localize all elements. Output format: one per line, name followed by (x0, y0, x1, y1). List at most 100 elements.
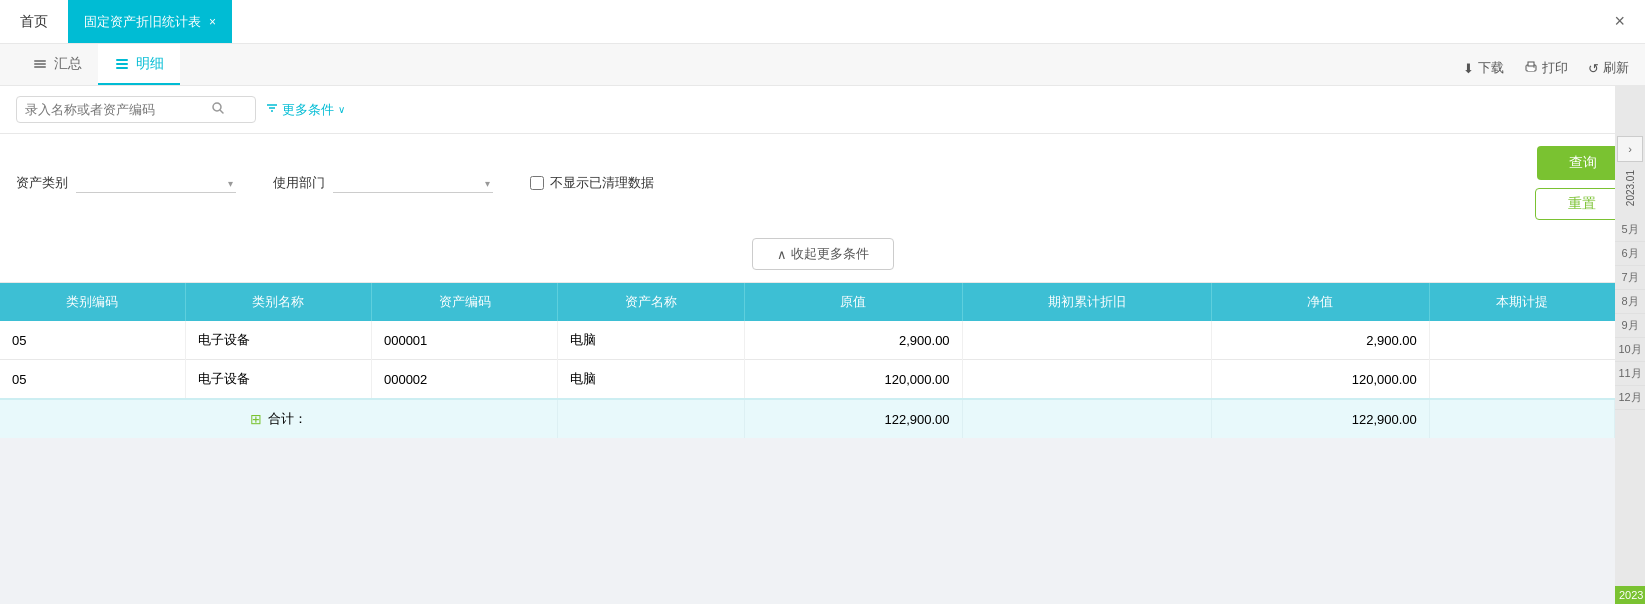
svg-rect-8 (1528, 68, 1534, 71)
close-tab-icon[interactable]: × (209, 15, 216, 29)
footer-empty (558, 399, 744, 438)
collapse-button[interactable]: ∧ 收起更多条件 (752, 238, 894, 270)
month-list: 5月 6月 7月 8月 9月 10月 11月 12月 (1615, 218, 1645, 410)
col-header-asset-name: 资产名称 (558, 283, 744, 321)
print-label: 打印 (1542, 59, 1568, 77)
footer-current-period (1429, 399, 1614, 438)
cell-category-name-0: 电子设备 (185, 321, 371, 360)
date-text: 2023.01 (1625, 170, 1636, 206)
svg-rect-4 (116, 63, 128, 65)
table-row[interactable]: 05 电子设备 000001 电脑 2,900.00 2,900.00 (0, 321, 1615, 360)
usage-dept-dropdown-icon[interactable]: ▾ (485, 178, 490, 189)
svg-rect-3 (116, 59, 128, 61)
col-header-accumulated-dep: 期初累计折旧 (962, 283, 1211, 321)
year-badge[interactable]: 2023 (1615, 586, 1645, 604)
cell-net-value-0: 2,900.00 (1211, 321, 1429, 360)
tab-summary[interactable]: 汇总 (16, 44, 98, 85)
search-input[interactable] (25, 102, 205, 117)
cell-current-period-1 (1429, 360, 1614, 400)
refresh-button[interactable]: ↺ 刷新 (1588, 59, 1629, 77)
home-tab[interactable]: 首页 (0, 0, 68, 43)
asset-category-dropdown-icon[interactable]: ▾ (228, 178, 233, 189)
download-button[interactable]: ⬇ 下载 (1463, 59, 1504, 77)
filter-bar: 更多条件 ∨ (0, 86, 1645, 134)
month-9[interactable]: 9月 (1615, 314, 1645, 338)
sidebar-arrow-button[interactable]: › (1617, 136, 1643, 162)
month-6[interactable]: 6月 (1615, 242, 1645, 266)
col-header-asset-code: 资产编码 (371, 283, 557, 321)
month-8[interactable]: 8月 (1615, 290, 1645, 314)
cell-category-name-1: 电子设备 (185, 360, 371, 400)
right-sidebar: › 2023.01 5月 6月 7月 8月 9月 10月 11月 12月 202… (1615, 86, 1645, 604)
active-tab[interactable]: 固定资产折旧统计表 × (68, 0, 232, 43)
more-conditions-button[interactable]: 更多条件 ∨ (266, 101, 345, 119)
date-label: 2023.01 (1623, 168, 1638, 208)
refresh-label: 刷新 (1603, 59, 1629, 77)
collapse-label: 收起更多条件 (791, 245, 869, 263)
svg-rect-5 (116, 67, 128, 69)
top-nav: 首页 固定资产折旧统计表 × × (0, 0, 1645, 44)
chevron-up-icon: ∧ (777, 247, 787, 262)
asset-category-label: 资产类别 (16, 174, 68, 192)
print-icon (1524, 60, 1538, 77)
cell-accumulated-dep-0 (962, 321, 1211, 360)
month-10[interactable]: 10月 (1615, 338, 1645, 362)
toolbar-actions: ⬇ 下载 打印 ↺ 刷新 (1463, 59, 1629, 77)
cell-accumulated-dep-1 (962, 360, 1211, 400)
layers-icon (32, 56, 48, 72)
hide-cleared-checkbox[interactable] (530, 176, 544, 190)
hide-cleared-field: 不显示已清理数据 (530, 174, 654, 192)
chevron-down-icon: ∨ (338, 104, 345, 115)
tab-detail-label: 明细 (136, 55, 164, 73)
footer-label-cell: ⊞ 合计： (0, 399, 558, 438)
cell-asset-code-0: 000001 (371, 321, 557, 360)
more-conditions-label: 更多条件 (282, 101, 334, 119)
table-header: 类别编码 类别名称 资产编码 资产名称 原值 期初累计折旧 净值 本期计提 (0, 283, 1615, 321)
hide-cleared-label: 不显示已清理数据 (550, 174, 654, 192)
month-7[interactable]: 7月 (1615, 266, 1645, 290)
col-header-current-period: 本期计提 (1429, 283, 1614, 321)
col-header-net-value: 净值 (1211, 283, 1429, 321)
data-table: 类别编码 类别名称 资产编码 资产名称 原值 期初累计折旧 净值 本期计提 05… (0, 283, 1615, 438)
usage-dept-input[interactable] (333, 173, 493, 193)
col-header-category-code: 类别编码 (0, 283, 185, 321)
cell-asset-name-0: 电脑 (558, 321, 744, 360)
cell-net-value-1: 120,000.00 (1211, 360, 1429, 400)
month-12[interactable]: 12月 (1615, 386, 1645, 410)
footer-net-value: 122,900.00 (1211, 399, 1429, 438)
list-icon (114, 56, 130, 72)
svg-line-11 (221, 111, 224, 114)
sub-tabs-bar: 汇总 明细 ⬇ 下载 (0, 44, 1645, 86)
print-button[interactable]: 打印 (1524, 59, 1568, 77)
svg-rect-2 (34, 60, 46, 62)
cell-current-period-0 (1429, 321, 1614, 360)
month-11[interactable]: 11月 (1615, 362, 1645, 386)
svg-point-10 (213, 103, 221, 111)
window-close-button[interactable]: × (1594, 0, 1645, 43)
cell-category-code-0: 05 (0, 321, 185, 360)
cell-category-code-1: 05 (0, 360, 185, 400)
download-icon: ⬇ (1463, 61, 1474, 76)
refresh-icon: ↺ (1588, 61, 1599, 76)
footer-original-value: 122,900.00 (744, 399, 962, 438)
tab-detail[interactable]: 明细 (98, 44, 180, 85)
table-footer: ⊞ 合计： 122,900.00 122,900.00 (0, 399, 1615, 438)
svg-rect-0 (34, 66, 46, 68)
footer-label: 合计： (268, 410, 307, 428)
cell-asset-name-1: 电脑 (558, 360, 744, 400)
cell-original-value-1: 120,000.00 (744, 360, 962, 400)
footer-accumulated-dep (962, 399, 1211, 438)
search-icon (211, 101, 225, 118)
col-header-original-value: 原值 (744, 283, 962, 321)
filter-icon (266, 102, 278, 117)
month-5[interactable]: 5月 (1615, 218, 1645, 242)
table-container: 类别编码 类别名称 资产编码 资产名称 原值 期初累计折旧 净值 本期计提 05… (0, 283, 1645, 604)
asset-category-field: 资产类别 ▾ (16, 173, 233, 193)
filter-row-1: 资产类别 ▾ 使用部门 ▾ 不显示已清理数据 查询 重置 (16, 146, 1629, 220)
table-body: 05 电子设备 000001 电脑 2,900.00 2,900.00 05 电… (0, 321, 1615, 399)
asset-category-input[interactable] (76, 173, 236, 193)
table-row[interactable]: 05 电子设备 000002 电脑 120,000.00 120,000.00 (0, 360, 1615, 400)
download-label: 下载 (1478, 59, 1504, 77)
summary-icon: ⊞ (250, 411, 262, 427)
active-tab-label: 固定资产折旧统计表 (84, 13, 201, 31)
